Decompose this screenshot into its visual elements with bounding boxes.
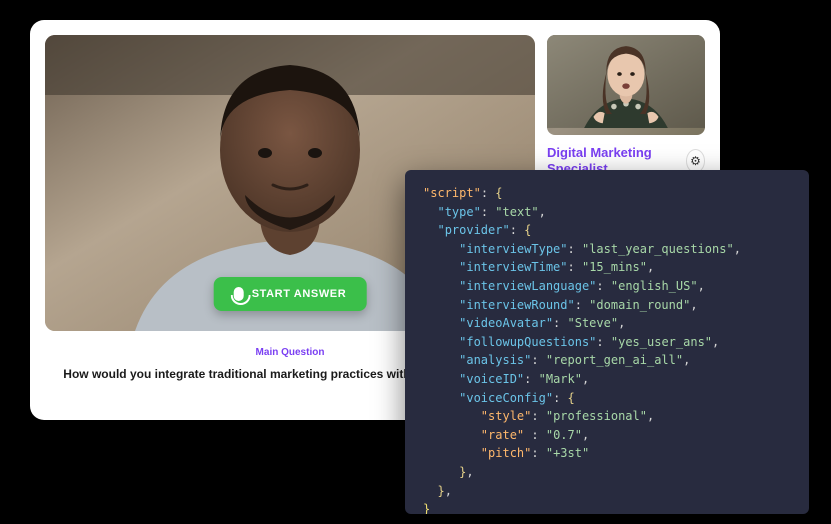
settings-button[interactable]: ⚙ bbox=[686, 149, 705, 173]
interviewer-avatar bbox=[547, 35, 705, 128]
code-panel: "script": { "type": "text", "provider": … bbox=[405, 170, 809, 514]
mic-icon bbox=[234, 287, 244, 301]
start-answer-label: START ANSWER bbox=[252, 288, 347, 300]
interviewer-video bbox=[547, 35, 705, 135]
start-answer-button[interactable]: START ANSWER bbox=[214, 277, 367, 311]
gear-icon: ⚙ bbox=[690, 154, 701, 168]
